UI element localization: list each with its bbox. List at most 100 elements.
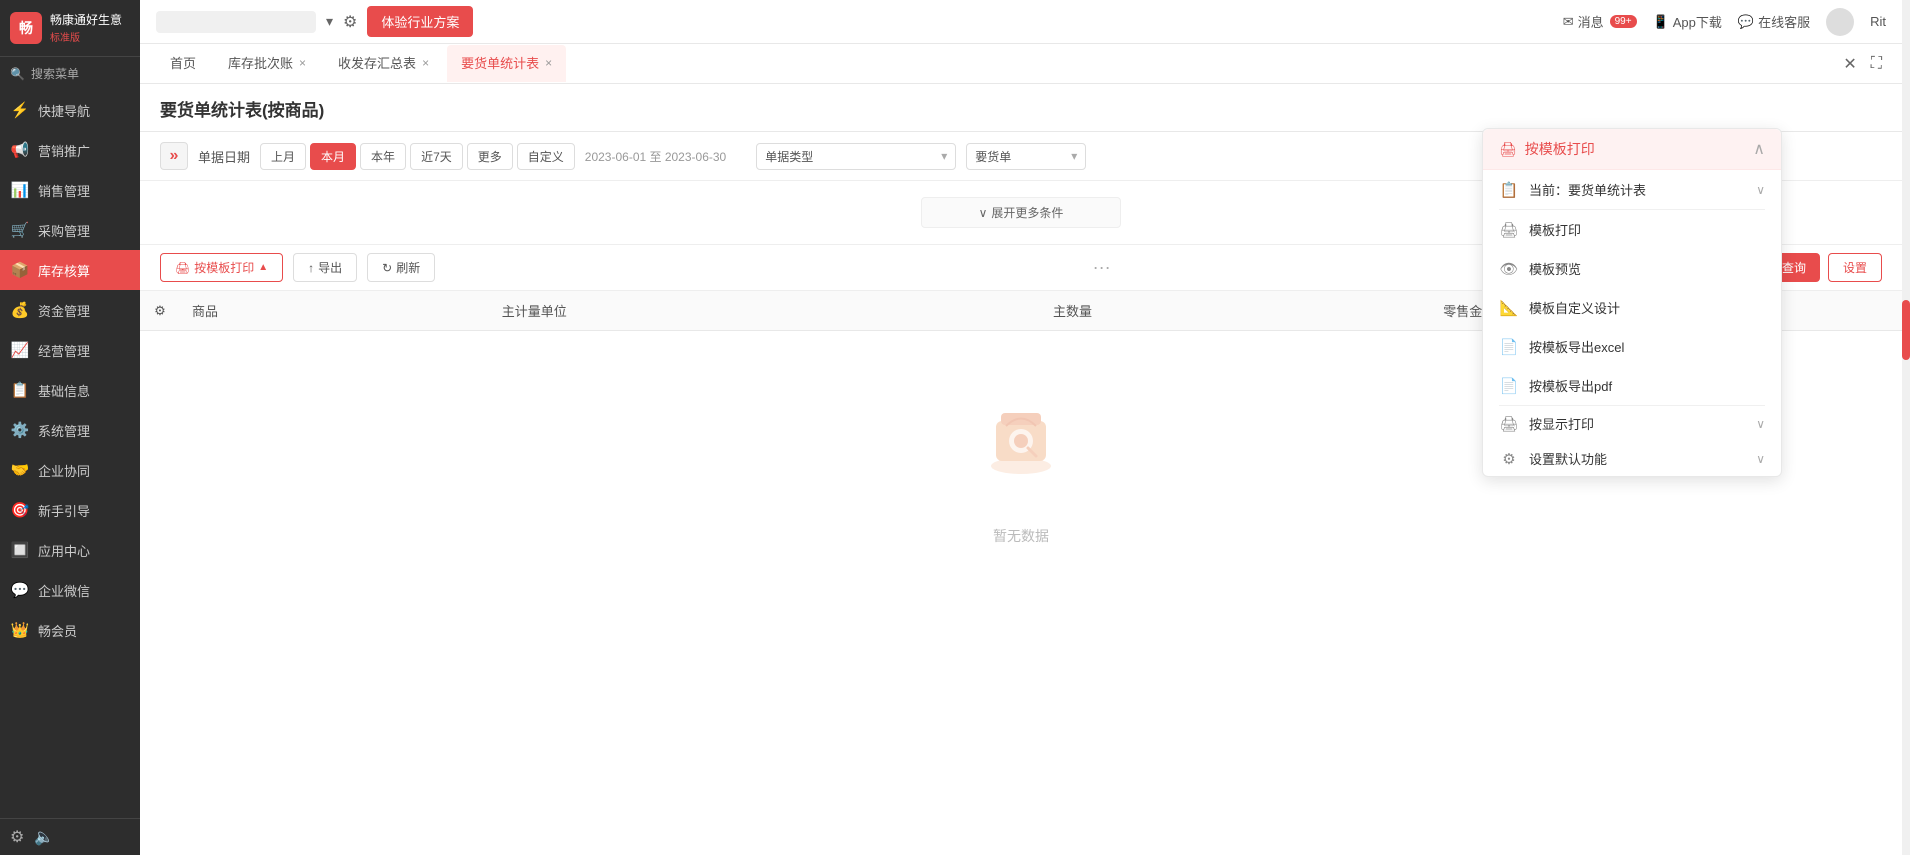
app-center-label: 应用中心 xyxy=(38,541,90,560)
date-btn-more[interactable]: 更多 xyxy=(467,143,513,170)
tab-collect-account[interactable]: 收发存汇总表× xyxy=(324,45,443,82)
display-print-section[interactable]: 🖨 按显示打印 ∨ xyxy=(1483,406,1781,441)
inventory-label: 库存核算 xyxy=(38,261,90,280)
app-download-label: App下载 xyxy=(1673,12,1722,31)
settings-bottom-icon[interactable]: ⚙ xyxy=(10,827,24,847)
tab-collect-account-close[interactable]: × xyxy=(422,57,429,69)
filter-toggle-btn[interactable]: » xyxy=(160,142,188,170)
marketing-icon: 📢 xyxy=(10,140,30,160)
sidebar-nav: ⚡快捷导航 📢 营销推广 📊销售管理🛒采购管理📦库存核算💰资金管理📈经营管理📋基础信息… xyxy=(0,90,140,818)
template-print-item[interactable]: 🖨 模板打印 xyxy=(1483,210,1781,249)
tab-order-stats-label: 要货单统计表 xyxy=(461,53,539,72)
page-title: 要货单统计表(按商品) xyxy=(160,96,1882,121)
guide-label: 新手引导 xyxy=(38,501,90,520)
th-quantity: 主数量 xyxy=(1041,291,1431,331)
date-range: 2023-06-01 至 2023-06-30 xyxy=(585,148,726,165)
more-icon[interactable]: ··· xyxy=(1093,257,1111,278)
settings-btn[interactable]: 设置 xyxy=(1828,253,1882,282)
expand-more-btn[interactable]: ∨ 展开更多条件 xyxy=(921,197,1121,228)
member-label: 畅会员 xyxy=(38,621,77,640)
messages-item[interactable]: ✉ 消息 99+ xyxy=(1563,12,1637,31)
sidebar-item-sales[interactable]: 📊销售管理 xyxy=(0,170,140,210)
template-pdf-item[interactable]: 📄 按模板导出pdf xyxy=(1483,366,1781,405)
doc-type-label: 单据类型 xyxy=(765,148,813,165)
tab-order-stats[interactable]: 要货单统计表 × xyxy=(447,45,566,82)
system-icon: ⚙️ xyxy=(10,420,30,440)
guide-icon: 🎯 xyxy=(10,500,30,520)
sidebar-item-basic-info[interactable]: 📋基础信息 xyxy=(0,370,140,410)
template-preview-item[interactable]: 👁 模板预览 xyxy=(1483,249,1781,288)
default-func-section[interactable]: ⚙ 设置默认功能 ∨ xyxy=(1483,441,1781,476)
sidebar-item-app-center[interactable]: 🔲 应用中心 xyxy=(0,530,140,570)
date-label: 单据日期 xyxy=(198,147,250,166)
marketing-label: 营销推广 xyxy=(38,141,90,160)
tab-close-all-btn[interactable]: ✕ xyxy=(1839,50,1860,78)
sidebar-item-system[interactable]: ⚙️ 系统管理 xyxy=(0,410,140,450)
sidebar-item-quick-nav[interactable]: ⚡快捷导航 xyxy=(0,90,140,130)
date-btn-cur-month[interactable]: 本月 xyxy=(310,143,356,170)
basic-info-label: 基础信息 xyxy=(38,381,90,400)
username-label: Rit xyxy=(1870,14,1886,29)
app-download-item[interactable]: 📱 App下载 xyxy=(1653,12,1722,31)
sidebar-item-purchase[interactable]: 🛒采购管理 xyxy=(0,210,140,250)
topbar-settings-btn[interactable]: ⚙ xyxy=(343,12,357,32)
toolbar-right: 查询 设置 xyxy=(1768,253,1882,282)
print-dropdown-close-btn[interactable]: ∧ xyxy=(1753,139,1765,159)
topbar-dropdown-btn[interactable]: ▾ xyxy=(326,13,333,30)
date-btn-custom[interactable]: 自定义 xyxy=(517,143,575,170)
content-wrapper: 要货单统计表(按商品) » 单据日期 上月本月本年近7天更多自定义 2023-0… xyxy=(140,84,1902,855)
template-design-item[interactable]: 📐 模板自定义设计 xyxy=(1483,288,1781,327)
print-dropdown-header: 🖨 按模板打印 ∧ xyxy=(1483,129,1781,170)
th-settings[interactable]: ⚙ xyxy=(140,291,180,331)
export-btn[interactable]: ↑ 导出 xyxy=(293,253,357,282)
topbar: ▾ ⚙ 体验行业方案 ✉ 消息 99+ 📱 App下载 💬 在线客服 Rit xyxy=(140,0,1902,44)
search-icon: 🔍 xyxy=(10,67,25,81)
doc-type-select[interactable]: 单据类型 ▾ xyxy=(756,143,956,170)
tab-batch-account-close[interactable]: × xyxy=(299,57,306,69)
order-type-label: 要货单 xyxy=(975,148,1011,165)
tab-order-stats-close[interactable]: × xyxy=(545,57,552,69)
print-template-btn[interactable]: 🖨 按模板打印 ▲ xyxy=(160,253,283,282)
sidebar-item-enterprise[interactable]: 🤝企业协同 xyxy=(0,450,140,490)
online-service-item[interactable]: 💬 在线客服 xyxy=(1738,12,1810,31)
sound-bottom-icon[interactable]: 🔈 xyxy=(34,827,54,847)
sidebar-item-operations[interactable]: 📈经营管理 xyxy=(0,330,140,370)
order-type-select[interactable]: 要货单 ▾ xyxy=(966,143,1086,170)
date-btn-prev-month[interactable]: 上月 xyxy=(260,143,306,170)
logo-name: 畅康通好生意 xyxy=(50,12,122,29)
sidebar-item-member[interactable]: 👑畅会员 xyxy=(0,610,140,650)
system-label: 系统管理 xyxy=(38,421,90,440)
avatar[interactable] xyxy=(1826,8,1854,36)
topbar-search-input[interactable] xyxy=(156,11,316,33)
tab-home[interactable]: 首页 xyxy=(156,45,210,82)
search-menu-item[interactable]: 🔍 搜索菜单 xyxy=(0,57,140,90)
sidebar-item-inventory[interactable]: 📦库存核算 xyxy=(0,250,140,290)
enterprise-wechat-icon: 💬 xyxy=(10,580,30,600)
date-btn-last7[interactable]: 近7天 xyxy=(410,143,463,170)
expand-icon: ∨ xyxy=(979,206,988,220)
sidebar-item-guide[interactable]: 🎯 新手引导 xyxy=(0,490,140,530)
print-dropdown-title: 🖨 按模板打印 xyxy=(1499,139,1595,159)
app-center-icon: 🔲 xyxy=(10,540,30,560)
refresh-btn[interactable]: ↻ 刷新 xyxy=(367,253,435,282)
sidebar-item-marketing[interactable]: 📢 营销推广 xyxy=(0,130,140,170)
tab-home-label: 首页 xyxy=(170,53,196,72)
template-excel-item[interactable]: 📄 按模板导出excel xyxy=(1483,327,1781,366)
printer-icon: 🖨 xyxy=(175,261,190,275)
print-current-template-item[interactable]: 📋 当前：要货单统计表 ∨ xyxy=(1483,170,1781,209)
trial-btn[interactable]: 体验行业方案 xyxy=(367,6,473,37)
tab-batch-account[interactable]: 库存批次账× xyxy=(214,45,320,82)
display-print-icon: 🖨 xyxy=(1499,415,1519,433)
print-dropdown: 🖨 按模板打印 ∧ 📋 当前：要货单统计表 ∨ 🖨 模板打印 👁 模板预览 � xyxy=(1482,128,1782,477)
refresh-icon: ↻ xyxy=(382,261,392,275)
right-scrollbar[interactable] xyxy=(1902,0,1910,855)
template-design-label: 模板自定义设计 xyxy=(1529,298,1620,317)
template-pdf-icon: 📄 xyxy=(1499,377,1519,395)
date-btn-cur-year[interactable]: 本年 xyxy=(360,143,406,170)
tab-maximize-btn[interactable]: ⛶ xyxy=(1867,50,1886,78)
main-content: ▾ ⚙ 体验行业方案 ✉ 消息 99+ 📱 App下载 💬 在线客服 Rit 首… xyxy=(140,0,1902,855)
tabbar: 首页库存批次账×收发存汇总表× 要货单统计表 × ✕ ⛶ xyxy=(140,44,1902,84)
scrollbar-thumb xyxy=(1902,300,1910,360)
sidebar-item-finance[interactable]: 💰资金管理 xyxy=(0,290,140,330)
sidebar-item-enterprise-wechat[interactable]: 💬企业微信 xyxy=(0,570,140,610)
